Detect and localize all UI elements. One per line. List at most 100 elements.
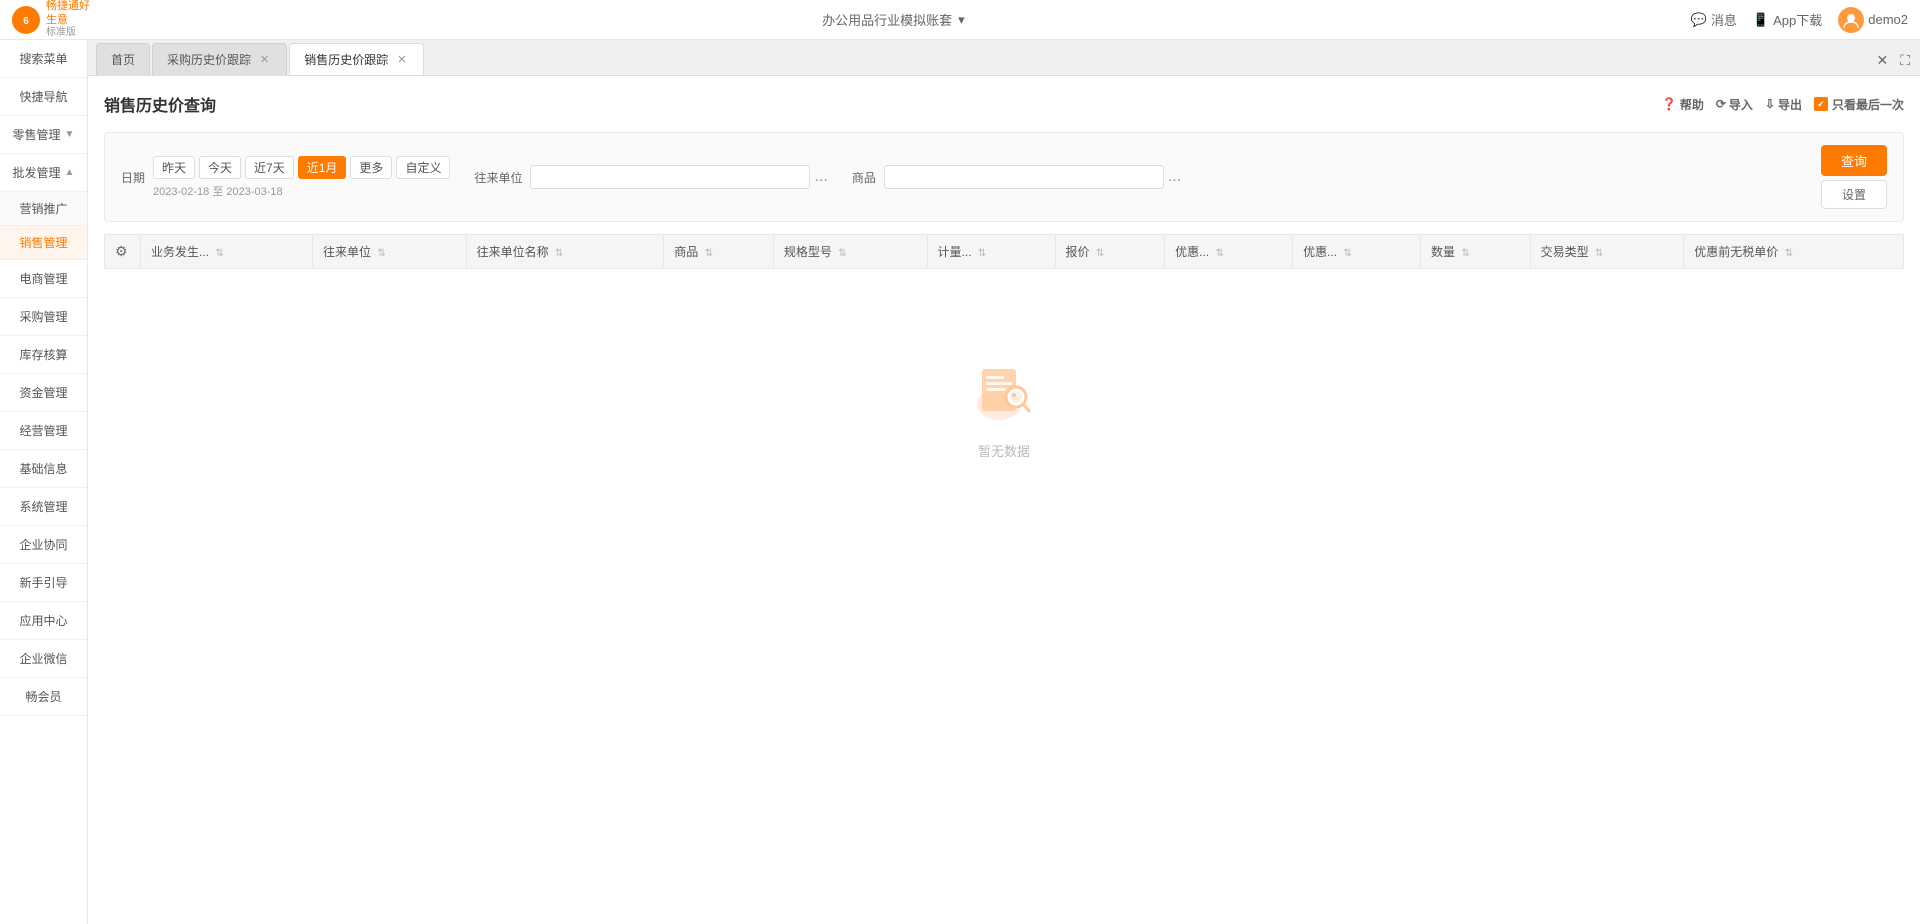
- query-button[interactable]: 查询: [1821, 145, 1887, 176]
- sort-arrows-partner-code[interactable]: ⇅: [377, 248, 385, 259]
- tab-sales-history[interactable]: 销售历史价跟踪 ✕: [289, 43, 424, 75]
- top-bar-left: 6 畅捷通好生意 标准版: [12, 0, 96, 38]
- page-content: 销售历史价查询 ❓ 帮助 ⟳ 导入 ⇩ 导出 ✓: [88, 76, 1920, 924]
- sidebar-item-finance-mgmt[interactable]: 资金管理: [0, 374, 87, 412]
- sidebar-item-purchase-mgmt[interactable]: 采购管理: [0, 298, 87, 336]
- sidebar-item-inventory[interactable]: 库存核算: [0, 336, 87, 374]
- tab-maximize-icon[interactable]: ⛶: [1898, 50, 1912, 71]
- app-download-label: App下载: [1773, 10, 1822, 29]
- empty-text: 暂无数据: [978, 441, 1030, 460]
- date-btn-yesterday[interactable]: 昨天: [153, 156, 195, 179]
- import-icon: ⟳: [1716, 97, 1726, 111]
- sort-arrows-biz-date[interactable]: ⇅: [215, 248, 223, 259]
- partner-input[interactable]: [530, 165, 810, 189]
- sort-arrows-discount1[interactable]: ⇅: [1215, 248, 1223, 259]
- date-btn-more[interactable]: 更多: [350, 156, 392, 179]
- sidebar-item-sales-mgmt[interactable]: 销售管理: [0, 226, 87, 260]
- enterprise-wechat-label: 企业微信: [19, 650, 67, 667]
- sidebar-item-app-center[interactable]: 应用中心: [0, 602, 87, 640]
- logo-area: 6 畅捷通好生意 标准版: [12, 0, 96, 38]
- page-title-row: 销售历史价查询 ❓ 帮助 ⟳ 导入 ⇩ 导出 ✓: [104, 92, 1904, 116]
- download-icon: 📱: [1753, 12, 1769, 28]
- purchase-mgmt-label: 采购管理: [19, 308, 67, 325]
- system-mgmt-label: 系统管理: [19, 498, 67, 515]
- sidebar-item-beginner[interactable]: 新手引导: [0, 564, 87, 602]
- export-label: 导出: [1778, 96, 1802, 113]
- logo-text: 畅捷通好生意 标准版: [46, 0, 96, 38]
- tab-sales-history-close[interactable]: ✕: [394, 52, 409, 67]
- help-action[interactable]: ❓ 帮助: [1662, 96, 1704, 113]
- sidebar-item-ecommerce-mgmt[interactable]: 电商管理: [0, 260, 87, 298]
- app-center-label: 应用中心: [19, 612, 67, 629]
- sidebar-item-retail-mgmt[interactable]: 零售管理 ▼: [0, 116, 87, 154]
- table-th-partner-name-label: 往来单位名称: [477, 245, 549, 259]
- date-btn-today[interactable]: 今天: [199, 156, 241, 179]
- table-th-trade-type-label: 交易类型: [1541, 245, 1589, 259]
- sidebar-item-wholesale-mgmt[interactable]: 批发管理 ▲: [0, 154, 87, 192]
- message-nav[interactable]: 💬 消息: [1691, 10, 1737, 29]
- user-nav[interactable]: demo2: [1838, 7, 1908, 33]
- only-last-checkbox[interactable]: ✓ 只看最后一次: [1814, 96, 1904, 113]
- workspace-selector[interactable]: 办公用品行业模拟账套 ▾: [822, 10, 965, 29]
- sidebar-item-search-menu[interactable]: 搜索菜单: [0, 40, 87, 78]
- sort-arrows-trade-type[interactable]: ⇅: [1595, 248, 1603, 259]
- import-action[interactable]: ⟳ 导入: [1716, 96, 1753, 113]
- tab-home[interactable]: 首页: [96, 43, 150, 75]
- sidebar-item-enterprise-wechat[interactable]: 企业微信: [0, 640, 87, 678]
- logo-title: 畅捷通好生意: [46, 0, 96, 26]
- sort-arrows-pretax-price[interactable]: ⇅: [1785, 248, 1793, 259]
- date-btn-custom[interactable]: 自定义: [396, 156, 450, 179]
- partner-input-wrapper: ...: [530, 165, 827, 189]
- table-th-discount2: 优惠... ⇅: [1293, 235, 1421, 269]
- table-th-unit-label: 计量...: [938, 245, 972, 259]
- sidebar: 搜索菜单 快捷导航 零售管理 ▼ 批发管理 ▲ 营销推广 销售管理 电商管理 采…: [0, 40, 88, 924]
- sort-arrows-discount2[interactable]: ⇅: [1343, 248, 1351, 259]
- table-header: ⚙ 业务发生... ⇅ 往来单位 ⇅ 往来单位名称 ⇅: [105, 235, 1904, 269]
- sidebar-item-enterprise[interactable]: 企业协同: [0, 526, 87, 564]
- tab-purchase-history[interactable]: 采购历史价跟踪 ✕: [152, 43, 287, 75]
- sidebar-item-quick-nav[interactable]: 快捷导航: [0, 78, 87, 116]
- table-th-partner-code: 往来单位 ⇅: [312, 235, 466, 269]
- sidebar-item-marketing[interactable]: 营销推广: [0, 192, 87, 226]
- sort-arrows-quote-price[interactable]: ⇅: [1096, 248, 1104, 259]
- sort-arrows-spec[interactable]: ⇅: [838, 248, 846, 259]
- goods-input[interactable]: [884, 165, 1164, 189]
- tab-purchase-history-close[interactable]: ✕: [257, 52, 272, 67]
- import-label: 导入: [1729, 96, 1753, 113]
- app-download-nav[interactable]: 📱 App下载: [1753, 10, 1822, 29]
- table-th-spec-label: 规格型号: [784, 245, 832, 259]
- sales-mgmt-label: 销售管理: [19, 236, 67, 250]
- workspace-dropdown-icon[interactable]: ▾: [958, 12, 965, 28]
- table-th-pretax-price: 优惠前无税单价 ⇅: [1684, 235, 1904, 269]
- table-th-discount1-label: 优惠...: [1175, 245, 1209, 259]
- date-filter-label: 日期: [121, 169, 145, 186]
- date-btn-last1month[interactable]: 近1月: [298, 156, 347, 179]
- workspace-title: 办公用品行业模拟账套: [822, 10, 952, 29]
- sort-arrows-goods[interactable]: ⇅: [705, 248, 713, 259]
- message-label: 消息: [1711, 10, 1737, 29]
- sidebar-item-operations-mgmt[interactable]: 经营管理: [0, 412, 87, 450]
- tab-close-all-icon[interactable]: ✕: [1874, 50, 1890, 71]
- sidebar-item-basic-info[interactable]: 基础信息: [0, 450, 87, 488]
- date-btn-last7days[interactable]: 近7天: [245, 156, 294, 179]
- sidebar-item-vip-member[interactable]: 畅会员: [0, 678, 87, 716]
- quick-nav-label: 快捷导航: [19, 88, 67, 105]
- goods-filter-group: 商品 ...: [852, 165, 1181, 189]
- goods-dots[interactable]: ...: [1168, 168, 1181, 186]
- sort-arrows-partner-name[interactable]: ⇅: [555, 248, 563, 259]
- filter-row: 日期 昨天 今天 近7天 近1月 更多 自定义 2023-02-18 至 202…: [121, 145, 1887, 209]
- export-action[interactable]: ⇩ 导出: [1765, 96, 1802, 113]
- top-bar: 6 畅捷通好生意 标准版 办公用品行业模拟账套 ▾ 💬 消息 📱 App下载: [0, 0, 1920, 40]
- retail-mgmt-arrow: ▼: [65, 129, 75, 140]
- help-label: 帮助: [1680, 96, 1704, 113]
- settings-button[interactable]: 设置: [1821, 180, 1887, 209]
- vip-member-label: 畅会员: [25, 688, 61, 705]
- sort-arrows-unit[interactable]: ⇅: [978, 248, 986, 259]
- goods-input-wrapper: ...: [884, 165, 1181, 189]
- sort-arrows-quantity[interactable]: ⇅: [1461, 248, 1469, 259]
- partner-dots[interactable]: ...: [814, 168, 827, 186]
- help-icon: ❓: [1662, 97, 1677, 111]
- tab-home-label: 首页: [111, 51, 135, 68]
- table-settings-icon[interactable]: ⚙: [115, 243, 128, 259]
- sidebar-item-system-mgmt[interactable]: 系统管理: [0, 488, 87, 526]
